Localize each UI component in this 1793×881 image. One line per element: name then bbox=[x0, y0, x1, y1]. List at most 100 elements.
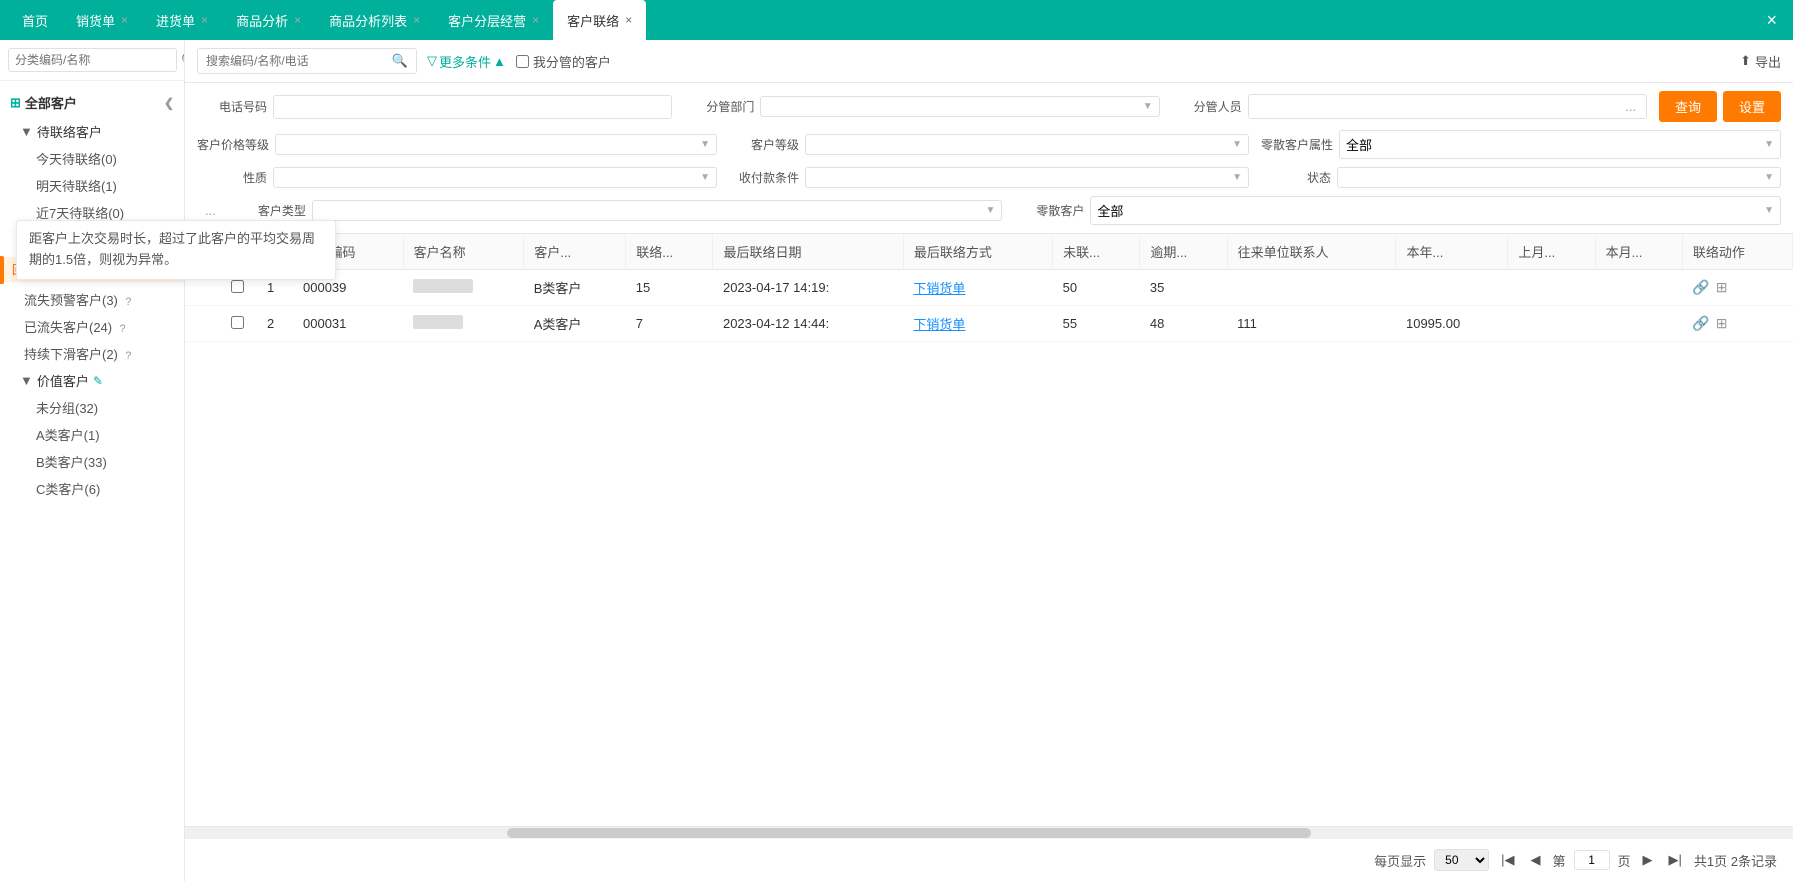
collapse-icon: ❮ bbox=[164, 96, 174, 110]
sidebar-item-tomorrow[interactable]: 明天待联络(1) bbox=[12, 172, 184, 199]
tab-product-analysis[interactable]: 商品分析 × bbox=[222, 0, 315, 40]
customer-search-input[interactable] bbox=[206, 54, 388, 68]
customer-type-filter: 客户类型 ▼ bbox=[236, 200, 1003, 221]
row2-last-contact-method[interactable]: 下销货单 bbox=[903, 306, 1052, 342]
tab-customer-tier[interactable]: 客户分层经营 × bbox=[434, 0, 553, 40]
continuous-decline-help-icon[interactable]: ? bbox=[125, 350, 131, 362]
row2-grid-icon[interactable]: ⊞ bbox=[1716, 315, 1728, 332]
sidebar-item-class-a[interactable]: A类客户(1) bbox=[12, 421, 184, 448]
prev-page-button[interactable]: ◀ bbox=[1527, 850, 1545, 870]
customer-level-filter: 客户等级 ▼ bbox=[729, 134, 1249, 155]
sidebar-item-loss-warning[interactable]: 流失预警客户(3) ? bbox=[0, 286, 184, 313]
price-level-select[interactable]: ▼ bbox=[275, 134, 717, 155]
close-sales-tab[interactable]: × bbox=[121, 13, 128, 27]
customer-search-icon[interactable]: 🔍 bbox=[392, 53, 408, 69]
status-select[interactable]: ▼ bbox=[1337, 167, 1781, 188]
row2-select-checkbox[interactable] bbox=[231, 316, 244, 329]
row1-link-icon[interactable]: 🔗 bbox=[1692, 279, 1709, 296]
all-customers-header[interactable]: ⊞ 全部客户 ❮ bbox=[0, 87, 184, 118]
manager-select[interactable]: ... bbox=[1248, 94, 1647, 119]
sidebar-item-continuous-decline[interactable]: 持续下滑客户(2) ? bbox=[0, 340, 184, 367]
filter-row-4: ... 客户类型 ▼ 零散客户 全部 ▼ bbox=[197, 196, 1781, 225]
manager-filter: 分管人员 ... bbox=[1172, 94, 1647, 119]
status-chevron-icon: ▼ bbox=[1764, 172, 1774, 183]
filter-bar: 🔍 ▽ 更多条件 ▲ 我分管的客户 ⬆ 导出 bbox=[185, 40, 1793, 83]
sidebar-search-container: 🔍 bbox=[0, 40, 184, 81]
row2-contact-count: 7 bbox=[626, 306, 713, 342]
tab-customer-contact[interactable]: 客户联络 × bbox=[553, 0, 646, 40]
export-button[interactable]: ⬆ 导出 bbox=[1740, 52, 1781, 71]
tab-product-analysis-list[interactable]: 商品分析列表 × bbox=[315, 0, 434, 40]
arrow-down-icon: ▼ bbox=[20, 373, 33, 388]
tab-purchase[interactable]: 进货单 × bbox=[142, 0, 222, 40]
query-button[interactable]: 查询 bbox=[1659, 91, 1717, 122]
last-page-button[interactable]: ▶| bbox=[1665, 850, 1686, 870]
price-level-chevron-icon: ▼ bbox=[700, 139, 710, 150]
customer-search-container: 🔍 bbox=[197, 48, 417, 74]
gender-select[interactable]: ▼ bbox=[273, 167, 717, 188]
filter-actions: 查询 设置 bbox=[1659, 91, 1781, 122]
tab-sales[interactable]: 销货单 × bbox=[62, 0, 142, 40]
sidebar-item-class-b[interactable]: B类客户(33) bbox=[12, 448, 184, 475]
phone-input[interactable] bbox=[273, 95, 672, 119]
filter-row-1: 电话号码 分管部门 ▼ 分管人员 ... bbox=[197, 91, 1781, 122]
window-close-button[interactable]: × bbox=[1758, 10, 1785, 31]
close-customer-tier-tab[interactable]: × bbox=[532, 13, 539, 27]
customer-type-select[interactable]: ▼ bbox=[312, 200, 1003, 221]
category-search-input[interactable] bbox=[8, 48, 177, 72]
customer-level-select[interactable]: ▼ bbox=[805, 134, 1249, 155]
retail-attr-select[interactable]: 全部 ▼ bbox=[1339, 130, 1781, 159]
row1-name bbox=[403, 270, 524, 306]
value-customers-header[interactable]: ▼ 价值客户 ✎ bbox=[12, 367, 184, 394]
close-purchase-tab[interactable]: × bbox=[201, 13, 208, 27]
loss-warning-help-icon[interactable]: ? bbox=[125, 296, 131, 308]
scrollbar-thumb[interactable] bbox=[507, 828, 1311, 838]
per-page-select[interactable]: 50 100 200 bbox=[1434, 849, 1489, 871]
sidebar-item-today[interactable]: 今天待联络(0) bbox=[12, 145, 184, 172]
retail-customer-select[interactable]: 全部 ▼ bbox=[1090, 196, 1781, 225]
pending-contact-header[interactable]: ▼ 待联络客户 bbox=[12, 118, 184, 145]
col-customer-name: 客户名称 bbox=[403, 234, 524, 270]
already-lost-help-icon[interactable]: ? bbox=[119, 323, 125, 335]
row1-current-month bbox=[1595, 270, 1682, 306]
sidebar-item-unclassified[interactable]: 未分组(32) bbox=[12, 394, 184, 421]
setup-button[interactable]: 设置 bbox=[1723, 91, 1781, 122]
more-filter-ellipsis[interactable]: ... bbox=[197, 199, 224, 222]
first-page-button[interactable]: |◀ bbox=[1497, 850, 1518, 870]
filter-icon: ▽ bbox=[427, 53, 437, 69]
row1-select-checkbox[interactable] bbox=[231, 280, 244, 293]
row2-link-icon[interactable]: 🔗 bbox=[1692, 315, 1709, 332]
tooltip-repurchase: 距客户上次交易时长，超过了此客户的平均交易周期的1.5倍，则视为异常。 bbox=[185, 220, 336, 280]
tab-home[interactable]: 首页 bbox=[8, 0, 62, 40]
close-product-list-tab[interactable]: × bbox=[413, 13, 420, 27]
row2-checkbox bbox=[221, 306, 257, 342]
close-product-analysis-tab[interactable]: × bbox=[294, 13, 301, 27]
gender-filter: 性质 ▼ bbox=[197, 167, 717, 188]
col-overdue: 逾期... bbox=[1140, 234, 1227, 270]
arrow-icon: ▼ bbox=[20, 124, 33, 139]
horizontal-scrollbar[interactable] bbox=[185, 826, 1793, 838]
row2-code: 000031 bbox=[293, 306, 403, 342]
value-edit-icon[interactable]: ✎ bbox=[93, 374, 103, 388]
row2-customer-type: A类客户 bbox=[524, 306, 626, 342]
filter-row-2: 客户价格等级 ▼ 客户等级 ▼ 零散客户属性 全部 bbox=[197, 130, 1781, 159]
col-actions: 联络动作 bbox=[1682, 234, 1792, 270]
close-customer-contact-tab[interactable]: × bbox=[625, 13, 632, 27]
next-page-button[interactable]: ▶ bbox=[1639, 850, 1657, 870]
table-row: 2 000031 A类客户 7 2023-04-12 14:44: 下销货单 5… bbox=[185, 306, 1793, 342]
payment-select[interactable]: ▼ bbox=[805, 167, 1249, 188]
more-conditions-btn[interactable]: ▽ 更多条件 ▲ bbox=[427, 52, 506, 71]
sidebar-item-class-c[interactable]: C类客户(6) bbox=[12, 475, 184, 502]
manager-ellipsis[interactable]: ... bbox=[1621, 99, 1640, 114]
sidebar-item-already-lost[interactable]: 已流失客户(24) ? bbox=[0, 313, 184, 340]
row1-grid-icon[interactable]: ⊞ bbox=[1716, 279, 1728, 296]
top-navigation: 首页 销货单 × 进货单 × 商品分析 × 商品分析列表 × 客户分层经营 × … bbox=[0, 0, 1793, 40]
row1-last-contact-method[interactable]: 下销货单 bbox=[903, 270, 1052, 306]
page-number-input[interactable] bbox=[1574, 850, 1610, 870]
my-customer-checkbox[interactable] bbox=[516, 55, 529, 68]
table-header-row: ⚙ # 客户编码 客户名称 客户... bbox=[185, 234, 1793, 270]
col-last-contact-method: 最后联络方式 bbox=[903, 234, 1052, 270]
dept-select[interactable]: ▼ bbox=[760, 96, 1159, 117]
main-layout: 🔍 ⊞ 全部客户 ❮ ▼ 待联络客户 今天待联络(0) 明天待联络(1) bbox=[0, 40, 1793, 881]
retail-attr-chevron-icon: ▼ bbox=[1764, 139, 1774, 150]
